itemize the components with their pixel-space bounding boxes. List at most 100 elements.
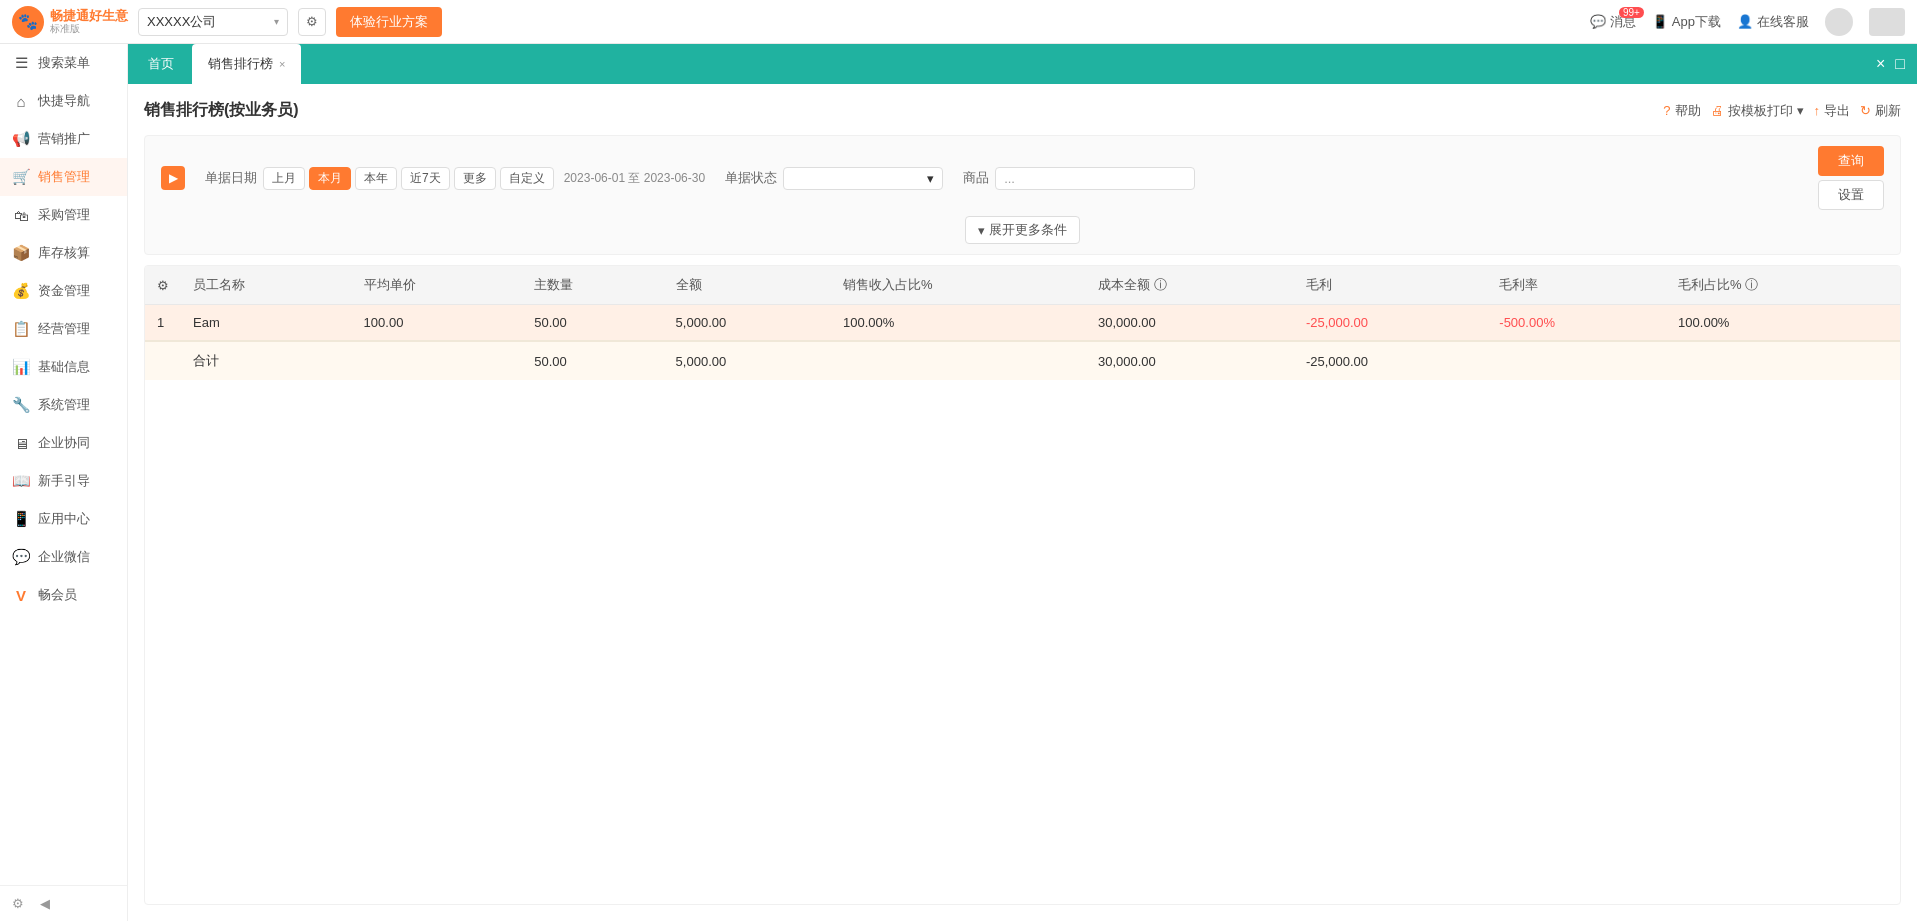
footer-qty: 50.00	[522, 341, 663, 380]
avatar[interactable]	[1825, 8, 1853, 36]
date-btn-prev-month[interactable]: 上月	[263, 167, 305, 190]
table-footer-row: 合计 50.00 5,000.00 30,000.00 -25,000.00	[145, 341, 1900, 380]
trial-button[interactable]: 体验行业方案	[336, 7, 442, 37]
row-rank: 1	[145, 305, 181, 342]
sidebar-item-inventory[interactable]: 📦 库存核算	[0, 234, 127, 272]
sidebar-item-enterprise-wechat[interactable]: 💬 企业微信	[0, 538, 127, 576]
row-cost: 30,000.00	[1086, 305, 1294, 342]
export-label: 导出	[1824, 102, 1850, 120]
date-btn-current-year[interactable]: 本年	[355, 167, 397, 190]
expand-more-button[interactable]: ▾ 展开更多条件	[965, 216, 1080, 244]
sidebar-item-sales[interactable]: 🛒 销售管理	[0, 158, 127, 196]
user-name-area[interactable]	[1869, 8, 1905, 36]
tab-sales-rank[interactable]: 销售排行榜 ×	[192, 44, 301, 84]
th-total: 全额	[664, 266, 831, 305]
th-gross-pct: 毛利占比% ⓘ	[1666, 266, 1900, 305]
sidebar-bottom: ⚙ ◀	[0, 885, 127, 921]
page-header: 销售排行榜(按业务员) ? 帮助 🖨 按模板打印 ▾ ↑	[144, 100, 1901, 121]
export-button[interactable]: ↑ 导出	[1814, 102, 1851, 120]
chevron-down-icon: ▾	[274, 16, 279, 27]
goods-select[interactable]: ...	[995, 167, 1195, 190]
row-total: 5,000.00	[664, 305, 831, 342]
footer-gross-pct	[1666, 341, 1900, 380]
sidebar-label-enterprise-wechat: 企业微信	[38, 548, 90, 566]
sidebar-label-app-center: 应用中心	[38, 510, 90, 528]
refresh-label: 刷新	[1875, 102, 1901, 120]
tab-home[interactable]: 首页	[132, 44, 190, 84]
system-icon: 🔧	[12, 396, 30, 414]
company-selector[interactable]: XXXXX公司 ▾	[138, 8, 288, 36]
date-btn-current-month[interactable]: 本月	[309, 167, 351, 190]
logo-area: 🐾 畅捷通好生意 标准版	[12, 6, 128, 38]
th-gross: 毛利	[1294, 266, 1487, 305]
sidebar-item-member[interactable]: V 畅会员	[0, 576, 127, 614]
sidebar-item-quick-nav[interactable]: ⌂ 快捷导航	[0, 82, 127, 120]
sidebar-label-finance: 资金管理	[38, 282, 90, 300]
sidebar-item-basic-info[interactable]: 📊 基础信息	[0, 348, 127, 386]
window-max-icon[interactable]: □	[1895, 55, 1905, 73]
finance-icon: 💰	[12, 282, 30, 300]
page-title: 销售排行榜(按业务员)	[144, 100, 299, 121]
sidebar-item-purchase[interactable]: 🛍 采购管理	[0, 196, 127, 234]
sidebar-label-member: 畅会员	[38, 586, 77, 604]
sidebar-settings-icon[interactable]: ⚙	[12, 896, 24, 911]
sidebar-item-app-center[interactable]: 📱 应用中心	[0, 500, 127, 538]
table-row: 1 Eam 100.00 50.00 5,000.00 100.00% 30,0…	[145, 305, 1900, 342]
date-range-display: 2023-06-01 至 2023-06-30	[564, 170, 705, 187]
tab-bar-right: × □	[1876, 55, 1917, 73]
th-rank-icon: ⚙	[145, 266, 181, 305]
sidebar-item-beginner[interactable]: 📖 新手引导	[0, 462, 127, 500]
footer-icon-cell	[145, 341, 181, 380]
sidebar-item-enterprise-collab[interactable]: 🖥 企业协同	[0, 424, 127, 462]
enterprise-collab-icon: 🖥	[12, 434, 30, 452]
status-filter: 单据状态 ▾	[725, 167, 943, 190]
help-button[interactable]: ? 帮助	[1663, 102, 1700, 120]
logo-text: 畅捷通好生意 标准版	[50, 8, 128, 36]
settings-button[interactable]: 设置	[1818, 180, 1884, 210]
print-label: 按模板打印	[1728, 102, 1793, 120]
row-avg-price: 100.00	[352, 305, 523, 342]
status-label: 单据状态	[725, 169, 777, 187]
window-close-icon[interactable]: ×	[1876, 55, 1885, 73]
footer-avg-price	[352, 341, 523, 380]
goods-filter: 商品 ...	[963, 167, 1195, 190]
message-button[interactable]: 💬 消息 99+	[1590, 13, 1636, 31]
footer-sales-pct	[831, 341, 1086, 380]
sales-rank-tab-label: 销售排行榜	[208, 55, 273, 73]
top-bar: 🐾 畅捷通好生意 标准版 XXXXX公司 ▾ ⚙ 体验行业方案 💬 消息 99+…	[0, 0, 1917, 44]
sidebar-item-search-order[interactable]: ☰ 搜索菜单	[0, 44, 127, 82]
status-select-arrow: ▾	[927, 171, 934, 186]
message-badge: 99+	[1619, 7, 1644, 18]
table-wrapper: ⚙ 员工名称 平均单价 主数量 全额 销售收入占比% 成本全额 ⓘ 毛利 毛利率…	[144, 265, 1901, 905]
service-icon: 👤	[1737, 14, 1753, 29]
marketing-icon: 📢	[12, 130, 30, 148]
content-area: 首页 销售排行榜 × × □ 销售排行榜(按业务员)	[128, 44, 1917, 921]
th-qty: 主数量	[522, 266, 663, 305]
sidebar-label-enterprise-collab: 企业协同	[38, 434, 90, 452]
sidebar-item-operation[interactable]: 📋 经营管理	[0, 310, 127, 348]
date-btn-more[interactable]: 更多	[454, 167, 496, 190]
status-select[interactable]: ▾	[783, 167, 943, 190]
tab-close-icon[interactable]: ×	[279, 58, 285, 70]
filter-toggle-button[interactable]: ▶	[161, 166, 185, 190]
row-employee-name: Eam	[181, 305, 352, 342]
page-content: 销售排行榜(按业务员) ? 帮助 🖨 按模板打印 ▾ ↑	[128, 84, 1917, 921]
date-btn-custom[interactable]: 自定义	[500, 167, 554, 190]
footer-gross-rate	[1487, 341, 1666, 380]
online-service-button[interactable]: 👤 在线客服	[1737, 13, 1809, 31]
app-download-button[interactable]: 📱 App下载	[1652, 13, 1721, 31]
sidebar-item-system[interactable]: 🔧 系统管理	[0, 386, 127, 424]
topbar-gear-button[interactable]: ⚙	[298, 8, 326, 36]
query-button[interactable]: 查询	[1818, 146, 1884, 176]
row-sales-pct: 100.00%	[831, 305, 1086, 342]
sidebar-collapse-icon[interactable]: ◀	[40, 896, 50, 911]
refresh-icon: ↻	[1860, 103, 1871, 118]
sidebar-item-finance[interactable]: 💰 资金管理	[0, 272, 127, 310]
home-tab-label: 首页	[148, 55, 174, 73]
sidebar-item-marketing[interactable]: 📢 营销推广	[0, 120, 127, 158]
refresh-button[interactable]: ↻ 刷新	[1860, 102, 1901, 120]
print-button[interactable]: 🖨 按模板打印 ▾	[1711, 102, 1804, 120]
th-gross-rate: 毛利率	[1487, 266, 1666, 305]
date-btn-7days[interactable]: 近7天	[401, 167, 450, 190]
th-cost: 成本全额 ⓘ	[1086, 266, 1294, 305]
